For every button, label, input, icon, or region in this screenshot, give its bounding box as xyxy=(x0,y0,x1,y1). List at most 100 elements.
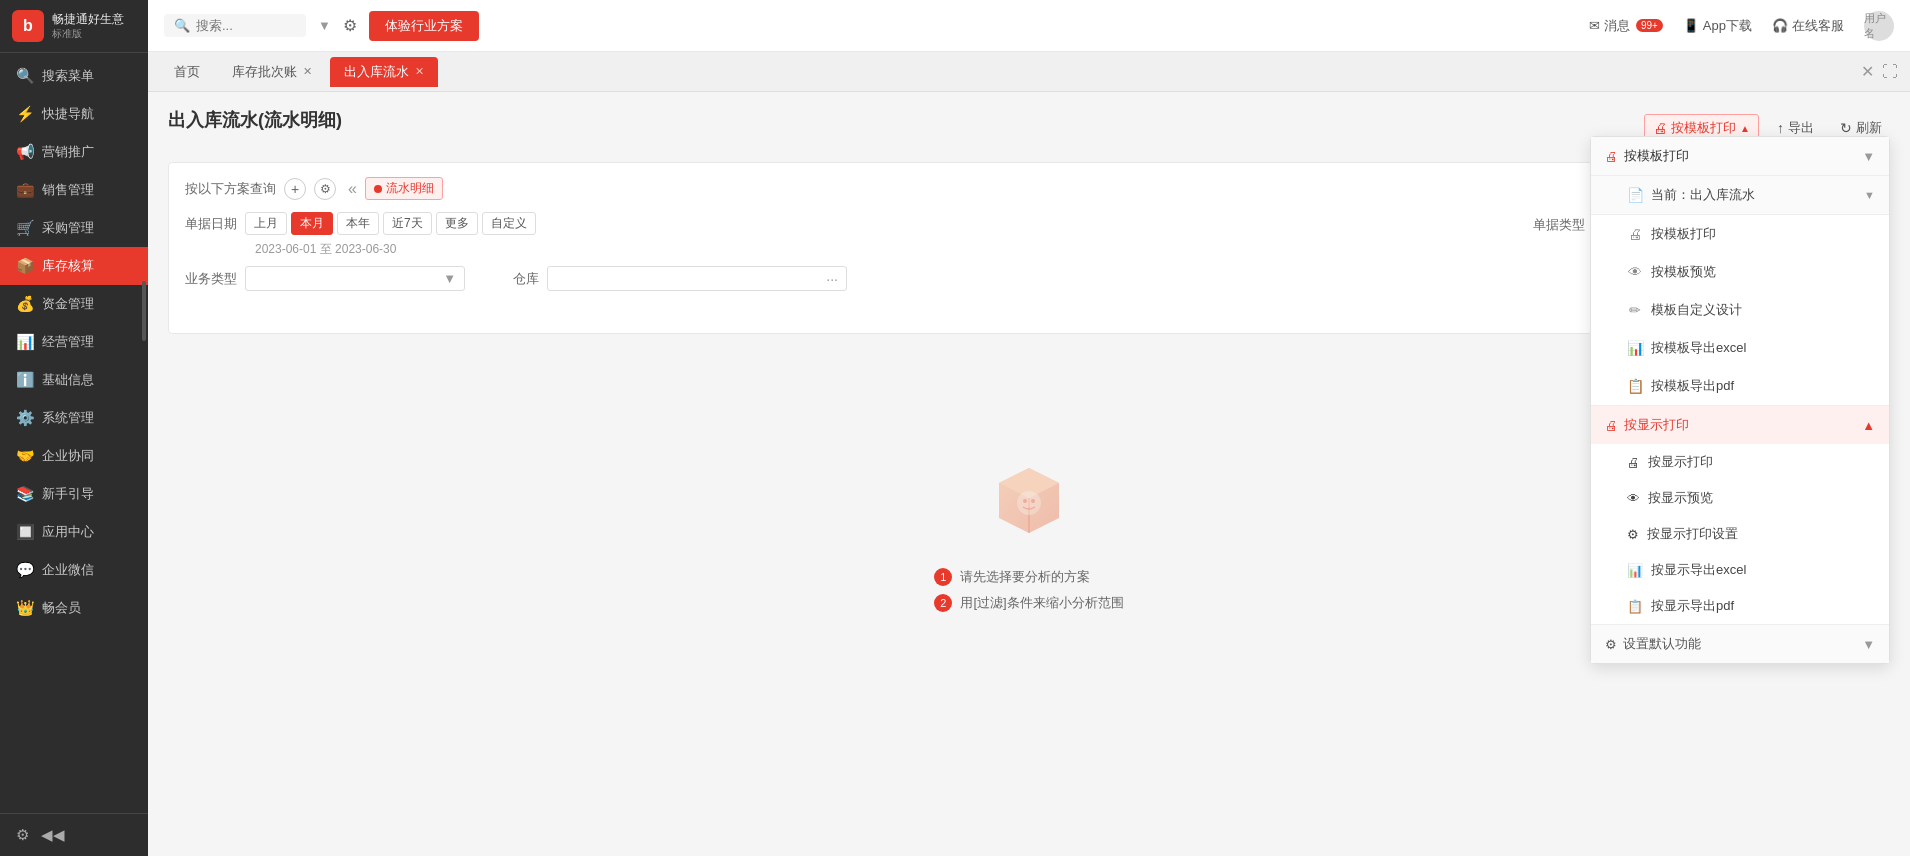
template-print-header[interactable]: 🖨 按模板打印 ▼ xyxy=(1591,137,1889,176)
biz-type-select[interactable] xyxy=(246,267,435,290)
megaphone-icon: 📢 xyxy=(16,143,34,161)
top-header: 🔍 ▼ ⚙ 体验行业方案 ✉ 消息 99+ 📱 App下载 🎧 在线客服 用户名 xyxy=(148,0,1910,52)
sidebar-collapse-button[interactable]: ◀◀ xyxy=(41,826,65,844)
step-2-number: 2 xyxy=(934,594,952,612)
sidebar-item-label: 营销推广 xyxy=(42,143,132,161)
filter-type-tag[interactable]: 流水明细 xyxy=(365,177,443,200)
sidebar-item-inventory[interactable]: 📦 库存核算 xyxy=(0,247,148,285)
display-export-excel-item[interactable]: 📊 按显示导出excel xyxy=(1591,552,1889,588)
display-print-header[interactable]: 🖨 按显示打印 ▲ xyxy=(1591,406,1889,444)
sidebar-item-label: 库存核算 xyxy=(42,257,132,275)
template-custom-item[interactable]: ✏ 模板自定义设计 xyxy=(1591,291,1889,329)
footer-settings-button[interactable]: ⚙ xyxy=(16,826,29,844)
sidebar-item-finance[interactable]: 💰 资金管理 xyxy=(0,285,148,323)
last-7-days-button[interactable]: 近7天 xyxy=(383,212,432,235)
display-print-title: 🖨 按显示打印 xyxy=(1605,416,1689,434)
filter-collapse-button[interactable]: « xyxy=(348,180,357,198)
svg-point-4 xyxy=(1023,499,1027,503)
sidebar-item-search[interactable]: 🔍 搜索菜单 xyxy=(0,57,148,95)
display-export-pdf-item[interactable]: 📋 按显示导出pdf xyxy=(1591,588,1889,624)
display-print-settings-item[interactable]: ⚙ 按显示打印设置 xyxy=(1591,516,1889,552)
industry-solution-button[interactable]: 体验行业方案 xyxy=(369,11,479,41)
empty-step-1: 1 请先选择要分析的方案 xyxy=(934,568,1123,586)
design-icon: ✏ xyxy=(1627,302,1643,318)
sidebar-item-system[interactable]: ⚙️ 系统管理 xyxy=(0,399,148,437)
sidebar-item-wechat[interactable]: 💬 企业微信 xyxy=(0,551,148,589)
template-export-pdf-item[interactable]: 📋 按模板导出pdf xyxy=(1591,367,1889,405)
sidebar-item-app-center[interactable]: 🔲 应用中心 xyxy=(0,513,148,551)
customer-service-label: 在线客服 xyxy=(1792,17,1844,35)
doc-type-label: 单据类型 xyxy=(1533,216,1585,234)
tab-batch-account[interactable]: 库存批次账 ✕ xyxy=(218,57,326,87)
display-print-section: 🖨 按显示打印 ▲ 🖨 按显示打印 👁 按显示预览 ⚙ 按显示打印设置 xyxy=(1591,405,1889,624)
custom-date-button[interactable]: 自定义 xyxy=(482,212,536,235)
tab-in-out-flow[interactable]: 出入库流水 ✕ xyxy=(330,57,438,87)
this-month-button[interactable]: 本月 xyxy=(291,212,333,235)
display-print-item-label: 按显示打印 xyxy=(1648,453,1713,471)
search-input[interactable] xyxy=(196,18,296,33)
sidebar-item-label: 系统管理 xyxy=(42,409,132,427)
export-icon: ↑ xyxy=(1777,120,1784,136)
last-month-button[interactable]: 上月 xyxy=(245,212,287,235)
sidebar-item-label: 企业协同 xyxy=(42,447,132,465)
sidebar-item-marketing[interactable]: 📢 营销推广 xyxy=(0,133,148,171)
this-year-button[interactable]: 本年 xyxy=(337,212,379,235)
template-preview-item[interactable]: 👁 按模板预览 xyxy=(1591,253,1889,291)
print-header-icon: 🖨 xyxy=(1605,149,1618,164)
filter-add-button[interactable]: + xyxy=(284,178,306,200)
filter-settings-button[interactable]: ⚙ xyxy=(314,178,336,200)
sidebar: b 畅捷通好生意 标准版 🔍 搜索菜单 ⚡ 快捷导航 📢 营销推广 💼 销售管理… xyxy=(0,0,148,856)
empty-illustration xyxy=(979,448,1079,548)
customer-service-button[interactable]: 🎧 在线客服 xyxy=(1772,17,1844,35)
tab-batch-account-label: 库存批次账 xyxy=(232,63,297,81)
tab-close-all-icon[interactable]: ✕ xyxy=(1861,62,1874,81)
display-preview-item[interactable]: 👁 按显示预览 xyxy=(1591,480,1889,516)
sidebar-nav: 🔍 搜索菜单 ⚡ 快捷导航 📢 营销推广 💼 销售管理 🛒 采购管理 📦 库存核… xyxy=(0,53,148,813)
tab-in-out-flow-close[interactable]: ✕ xyxy=(415,65,424,78)
template-export-excel-item[interactable]: 📊 按模板导出excel xyxy=(1591,329,1889,367)
warehouse-more-button[interactable]: ··· xyxy=(818,271,846,287)
header-settings-icon[interactable]: ⚙ xyxy=(343,16,357,35)
sidebar-item-operations[interactable]: 📊 经营管理 xyxy=(0,323,148,361)
more-date-button[interactable]: 更多 xyxy=(436,212,478,235)
display-print-item[interactable]: 🖨 按显示打印 xyxy=(1591,444,1889,480)
display-excel-icon: 📊 xyxy=(1627,563,1643,578)
sidebar-item-collab[interactable]: 🤝 企业协同 xyxy=(0,437,148,475)
step-2-text: 用[过滤]条件来缩小分析范围 xyxy=(960,594,1123,612)
footer-arrow[interactable]: ▼ xyxy=(1862,637,1875,652)
warehouse-select[interactable] xyxy=(548,267,818,290)
main-area: 🔍 ▼ ⚙ 体验行业方案 ✉ 消息 99+ 📱 App下载 🎧 在线客服 用户名 xyxy=(148,0,1910,856)
sidebar-item-label: 经营管理 xyxy=(42,333,132,351)
user-avatar[interactable]: 用户名 xyxy=(1864,11,1894,41)
sidebar-item-vip[interactable]: 👑 畅会员 xyxy=(0,589,148,627)
tab-batch-account-close[interactable]: ✕ xyxy=(303,65,312,78)
print-dropdown-arrow[interactable]: ▲ xyxy=(1740,123,1750,134)
sidebar-item-basic-info[interactable]: ℹ️ 基础信息 xyxy=(0,361,148,399)
app-download-button[interactable]: 📱 App下载 xyxy=(1683,17,1752,35)
message-button[interactable]: ✉ 消息 99+ xyxy=(1589,17,1663,35)
sidebar-item-newbie[interactable]: 📚 新手引导 xyxy=(0,475,148,513)
sidebar-item-sales[interactable]: 💼 销售管理 xyxy=(0,171,148,209)
template-print-arrow[interactable]: ▼ xyxy=(1862,149,1875,164)
search-dropdown-button[interactable]: ▼ xyxy=(318,18,331,33)
tab-home[interactable]: 首页 xyxy=(160,57,214,87)
current-template-item[interactable]: 📄 当前：出入库流水 ▼ xyxy=(1591,176,1889,215)
sidebar-item-label: 资金管理 xyxy=(42,295,132,313)
tab-maximize-icon[interactable]: ⛶ xyxy=(1882,63,1898,81)
refresh-icon: ↻ xyxy=(1840,120,1852,136)
dropdown-footer[interactable]: ⚙ 设置默认功能 ▼ xyxy=(1591,624,1889,663)
sidebar-item-quick-nav[interactable]: ⚡ 快捷导航 xyxy=(0,95,148,133)
display-print-arrow[interactable]: ▲ xyxy=(1862,418,1875,433)
template-preview-label: 按模板预览 xyxy=(1651,263,1716,281)
sidebar-item-purchase[interactable]: 🛒 采购管理 xyxy=(0,209,148,247)
user-name-label: 用户名 xyxy=(1864,11,1894,41)
template-export-excel-label: 按模板导出excel xyxy=(1651,339,1746,357)
refresh-label: 刷新 xyxy=(1856,119,1882,137)
template-print-item[interactable]: 🖨 按模板打印 xyxy=(1591,215,1889,253)
current-template-arrow[interactable]: ▼ xyxy=(1864,189,1875,201)
search-icon: 🔍 xyxy=(174,18,190,33)
sidebar-footer: ⚙ ◀◀ xyxy=(0,813,148,856)
header-search[interactable]: 🔍 xyxy=(164,14,306,37)
template-icon: 📄 xyxy=(1627,187,1643,203)
message-badge: 99+ xyxy=(1636,19,1663,32)
